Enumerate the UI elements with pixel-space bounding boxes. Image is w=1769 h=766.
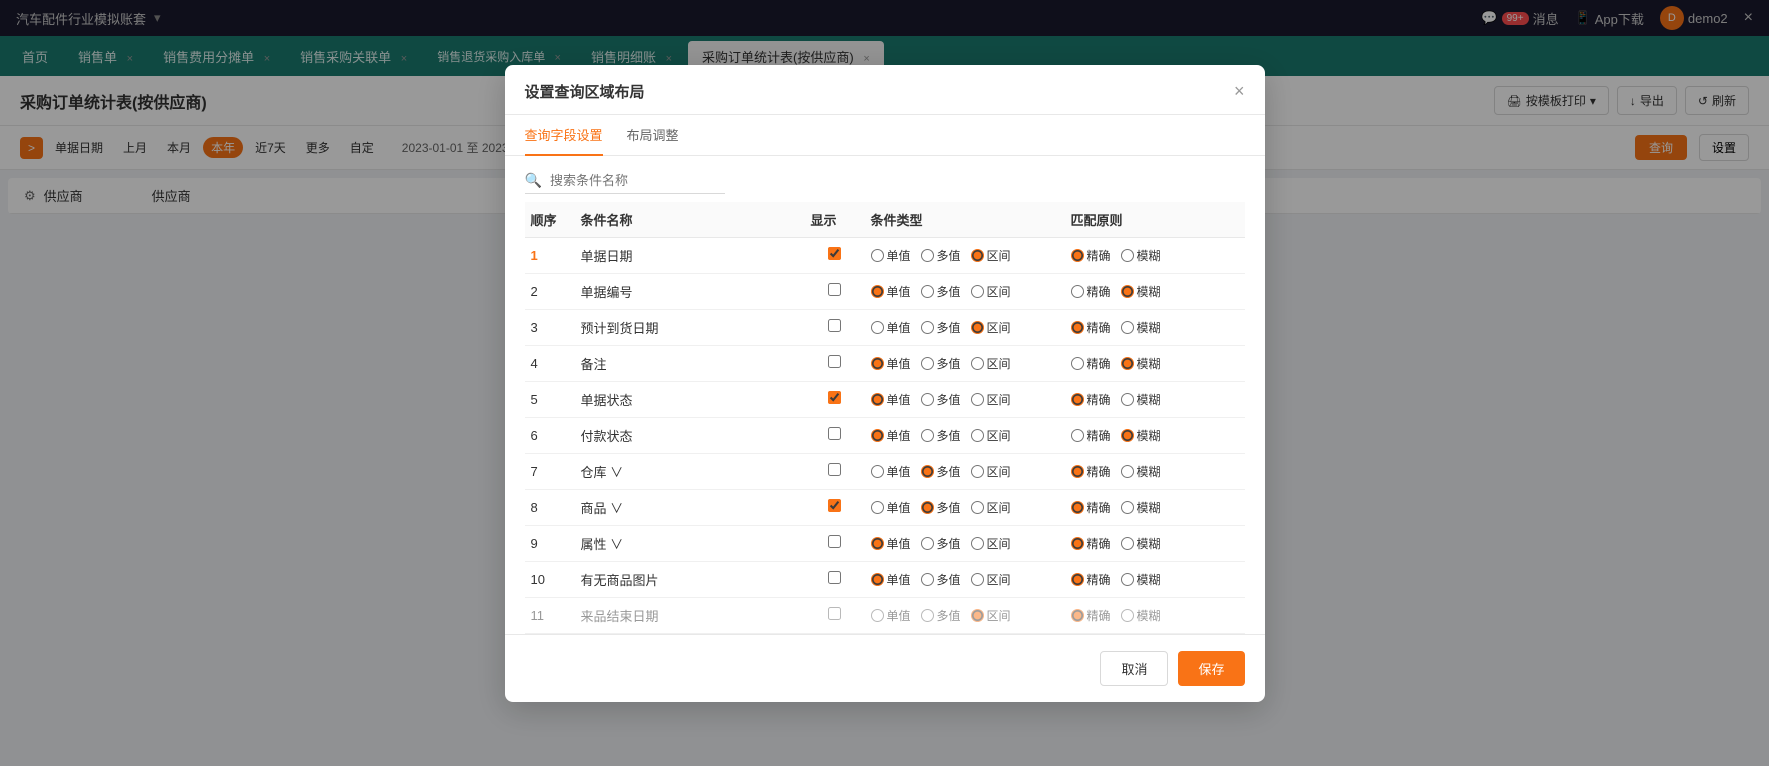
row-order: 10 [525,561,575,597]
modal-title: 设置查询区域布局 [525,81,645,102]
row-condition-name: 仓库 ∨ [575,453,805,489]
row-condition-name: 单据日期 [575,237,805,273]
row-order: 7 [525,453,575,489]
col-header-display: 显示 [805,202,865,238]
table-row: 10有无商品图片 单值多值区间精确模糊 [525,561,1245,597]
search-input[interactable] [550,173,710,188]
table-row: 7仓库 ∨ 单值多值区间精确模糊 [525,453,1245,489]
row-condition-name: 属性 ∨ [575,525,805,561]
row-condition-name: 来品结束日期 [575,597,805,633]
row-order: 4 [525,345,575,381]
table-row: 2单据编号 单值多值区间精确模糊 [525,273,1245,309]
row-display-checkbox[interactable] [805,597,865,633]
display-checkbox[interactable] [828,571,841,584]
search-box: 🔍 [525,168,725,194]
modal-overlay: 设置查询区域布局 × 查询字段设置 布局调整 🔍 顺序 条件名称 显示 [0,0,1769,766]
row-match-radio[interactable]: 精确模糊 [1065,489,1245,525]
row-type-radio[interactable]: 单值多值区间 [865,561,1065,597]
col-header-match: 匹配原则 [1065,202,1245,238]
cancel-button[interactable]: 取消 [1100,651,1168,686]
row-type-radio[interactable]: 单值多值区间 [865,345,1065,381]
display-checkbox[interactable] [828,391,841,404]
row-type-radio[interactable]: 单值多值区间 [865,597,1065,633]
row-type-radio[interactable]: 单值多值区间 [865,309,1065,345]
table-row: 4备注 单值多值区间精确模糊 [525,345,1245,381]
row-order: 1 [525,237,575,273]
table-row: 8商品 ∨ 单值多值区间精确模糊 [525,489,1245,525]
row-condition-name: 付款状态 [575,417,805,453]
table-row: 3预计到货日期 单值多值区间精确模糊 [525,309,1245,345]
row-display-checkbox[interactable] [805,345,865,381]
row-display-checkbox[interactable] [805,489,865,525]
tab-layout-adjust[interactable]: 布局调整 [627,115,679,156]
display-checkbox[interactable] [828,427,841,440]
row-match-radio[interactable]: 精确模糊 [1065,345,1245,381]
display-checkbox[interactable] [828,355,841,368]
row-display-checkbox[interactable] [805,453,865,489]
modal-search-area: 🔍 [505,156,1265,202]
display-checkbox[interactable] [828,607,841,620]
save-button[interactable]: 保存 [1178,651,1244,686]
table-row: 1单据日期 单值多值区间精确模糊 [525,237,1245,273]
display-checkbox[interactable] [828,319,841,332]
conditions-table: 顺序 条件名称 显示 条件类型 匹配原则 1单据日期单值多值区间精确模糊2单据编… [525,202,1245,634]
row-type-radio[interactable]: 单值多值区间 [865,273,1065,309]
row-display-checkbox[interactable] [805,273,865,309]
table-row: 5单据状态 单值多值区间精确模糊 [525,381,1245,417]
col-header-order: 顺序 [525,202,575,238]
modal-footer: 取消 保存 [505,634,1265,702]
row-condition-name: 备注 [575,345,805,381]
row-type-radio[interactable]: 单值多值区间 [865,525,1065,561]
col-header-name: 条件名称 [575,202,805,238]
modal-tabs: 查询字段设置 布局调整 [505,115,1265,156]
row-display-checkbox[interactable] [805,381,865,417]
row-match-radio[interactable]: 精确模糊 [1065,597,1245,633]
col-header-type: 条件类型 [865,202,1065,238]
settings-modal: 设置查询区域布局 × 查询字段设置 布局调整 🔍 顺序 条件名称 显示 [505,65,1265,702]
row-display-checkbox[interactable] [805,561,865,597]
display-checkbox[interactable] [828,499,841,512]
row-order: 2 [525,273,575,309]
display-checkbox[interactable] [828,283,841,296]
row-condition-name: 单据状态 [575,381,805,417]
row-order: 3 [525,309,575,345]
row-display-checkbox[interactable] [805,237,865,273]
table-row: 9属性 ∨ 单值多值区间精确模糊 [525,525,1245,561]
row-type-radio[interactable]: 单值多值区间 [865,237,1065,273]
row-match-radio[interactable]: 精确模糊 [1065,273,1245,309]
row-match-radio[interactable]: 精确模糊 [1065,453,1245,489]
row-match-radio[interactable]: 精确模糊 [1065,525,1245,561]
display-checkbox[interactable] [828,463,841,476]
row-type-radio[interactable]: 单值多值区间 [865,381,1065,417]
modal-header: 设置查询区域布局 × [505,65,1265,115]
row-display-checkbox[interactable] [805,525,865,561]
row-type-radio[interactable]: 单值多值区间 [865,453,1065,489]
row-order: 11 [525,597,575,633]
row-order: 9 [525,525,575,561]
row-condition-name: 商品 ∨ [575,489,805,525]
display-checkbox[interactable] [828,535,841,548]
modal-close-button[interactable]: × [1234,81,1245,102]
display-checkbox[interactable] [828,247,841,260]
row-match-radio[interactable]: 精确模糊 [1065,561,1245,597]
row-type-radio[interactable]: 单值多值区间 [865,417,1065,453]
row-order: 5 [525,381,575,417]
row-condition-name: 预计到货日期 [575,309,805,345]
row-type-radio[interactable]: 单值多值区间 [865,489,1065,525]
row-order: 6 [525,417,575,453]
tab-query-fields[interactable]: 查询字段设置 [525,115,603,156]
search-icon: 🔍 [525,172,542,189]
table-row: 11来品结束日期 单值多值区间精确模糊 [525,597,1245,633]
row-display-checkbox[interactable] [805,417,865,453]
row-match-radio[interactable]: 精确模糊 [1065,381,1245,417]
row-match-radio[interactable]: 精确模糊 [1065,309,1245,345]
row-display-checkbox[interactable] [805,309,865,345]
row-match-radio[interactable]: 精确模糊 [1065,417,1245,453]
table-row: 6付款状态 单值多值区间精确模糊 [525,417,1245,453]
row-order: 8 [525,489,575,525]
row-match-radio[interactable]: 精确模糊 [1065,237,1245,273]
row-condition-name: 单据编号 [575,273,805,309]
row-condition-name: 有无商品图片 [575,561,805,597]
modal-table-wrap: 顺序 条件名称 显示 条件类型 匹配原则 1单据日期单值多值区间精确模糊2单据编… [505,202,1265,634]
